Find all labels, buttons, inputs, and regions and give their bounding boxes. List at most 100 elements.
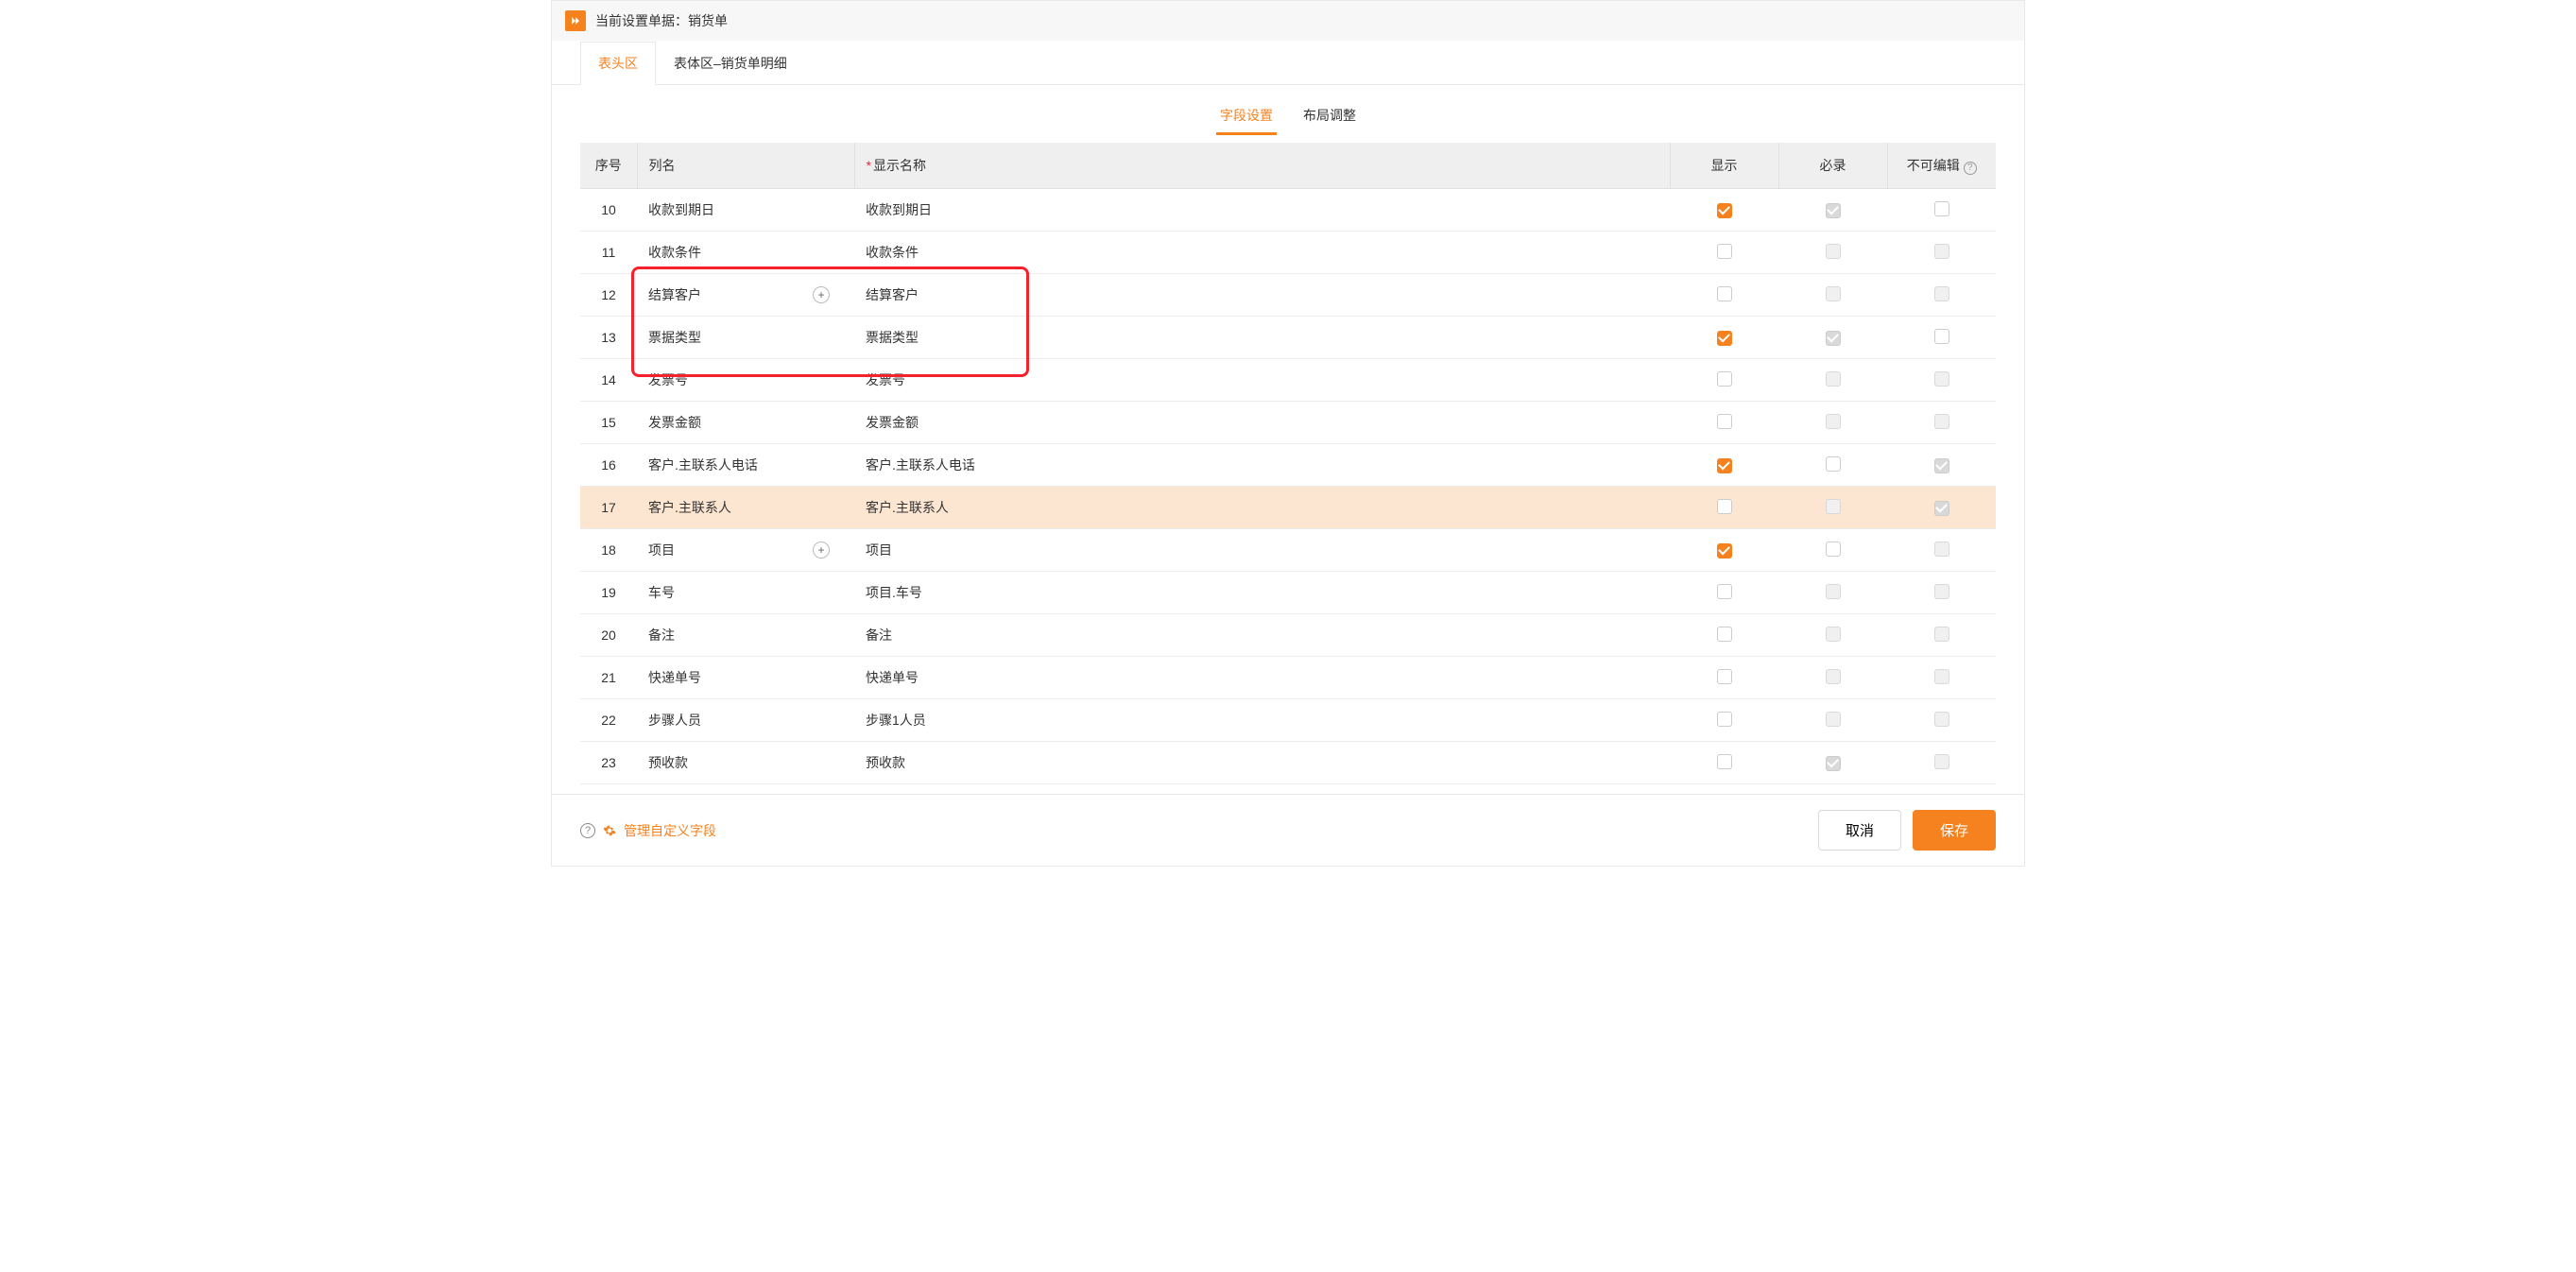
col-header-required: 必录 xyxy=(1778,143,1887,189)
cell-display-name[interactable]: 快递单号 xyxy=(854,657,1670,699)
cell-display-name[interactable]: 客户.主联系人电话 xyxy=(854,444,1670,487)
checkbox-required xyxy=(1826,286,1841,301)
checkbox-readonly xyxy=(1934,712,1949,727)
cell-readonly xyxy=(1887,529,1996,572)
cell-display-name[interactable]: 收款条件 xyxy=(854,232,1670,274)
cell-display-name[interactable]: 收款到期日 xyxy=(854,189,1670,232)
cell-required xyxy=(1778,359,1887,402)
main-tab-1[interactable]: 表体区–销货单明细 xyxy=(656,42,805,85)
table-row: 18项目+项目 xyxy=(580,529,1996,572)
checkbox-readonly xyxy=(1934,669,1949,684)
cell-required xyxy=(1778,487,1887,529)
checkbox-show[interactable] xyxy=(1717,371,1732,387)
cell-seq: 13 xyxy=(580,317,637,359)
cell-show xyxy=(1670,189,1778,232)
add-sub-field-button[interactable]: + xyxy=(813,286,830,303)
checkbox-required xyxy=(1826,414,1841,429)
checkbox-show[interactable] xyxy=(1717,286,1732,301)
cell-display-name[interactable]: 备注 xyxy=(854,614,1670,657)
checkbox-show[interactable] xyxy=(1717,203,1732,218)
cell-name: 结算客户 + xyxy=(637,274,854,317)
checkbox-required[interactable] xyxy=(1826,541,1841,557)
manage-custom-fields-link[interactable]: ? 管理自定义字段 xyxy=(580,821,716,840)
cell-display-name[interactable]: 发票金额 xyxy=(854,402,1670,444)
field-name-label: 发票金额 xyxy=(648,413,701,432)
main-tabs: 表头区表体区–销货单明细 xyxy=(552,41,2024,85)
cell-show xyxy=(1670,614,1778,657)
checkbox-show[interactable] xyxy=(1717,499,1732,514)
help-icon[interactable]: ? xyxy=(1964,162,1977,175)
cell-display-name[interactable]: 项目.车号 xyxy=(854,572,1670,614)
add-sub-field-button[interactable]: + xyxy=(813,541,830,559)
cell-name: 车号 xyxy=(637,572,854,614)
cell-display-name[interactable]: 结算客户 xyxy=(854,274,1670,317)
cell-display-name[interactable]: 预收款 xyxy=(854,742,1670,784)
cell-seq: 16 xyxy=(580,444,637,487)
checkbox-show[interactable] xyxy=(1717,627,1732,642)
cell-display-name[interactable]: 发票号 xyxy=(854,359,1670,402)
cell-name: 票据类型 xyxy=(637,317,854,359)
checkbox-readonly[interactable] xyxy=(1934,329,1949,344)
checkbox-required xyxy=(1826,499,1841,514)
cell-show xyxy=(1670,232,1778,274)
cell-show xyxy=(1670,657,1778,699)
expand-button[interactable] xyxy=(565,10,586,31)
cell-readonly xyxy=(1887,232,1996,274)
main-tab-0[interactable]: 表头区 xyxy=(580,42,656,85)
checkbox-show[interactable] xyxy=(1717,584,1732,599)
field-name-label: 客户.主联系人 xyxy=(648,498,731,517)
checkbox-required xyxy=(1826,371,1841,387)
checkbox-readonly xyxy=(1934,501,1949,516)
checkbox-show[interactable] xyxy=(1717,331,1732,346)
field-name-label: 车号 xyxy=(648,583,675,602)
table-row: 23预收款预收款 xyxy=(580,742,1996,784)
cell-seq: 18 xyxy=(580,529,637,572)
sub-tab-0[interactable]: 字段设置 xyxy=(1216,98,1277,135)
checkbox-show[interactable] xyxy=(1717,244,1732,259)
checkbox-readonly xyxy=(1934,458,1949,473)
cell-name: 收款到期日 xyxy=(637,189,854,232)
col-header-name: 列名 xyxy=(637,143,854,189)
cell-name: 客户.主联系人 xyxy=(637,487,854,529)
save-button[interactable]: 保存 xyxy=(1913,810,1996,851)
cell-show xyxy=(1670,742,1778,784)
checkbox-required xyxy=(1826,627,1841,642)
cell-required xyxy=(1778,614,1887,657)
cell-name: 收款条件 xyxy=(637,232,854,274)
table-row: 16客户.主联系人电话客户.主联系人电话 xyxy=(580,444,1996,487)
checkbox-required xyxy=(1826,584,1841,599)
cell-show xyxy=(1670,317,1778,359)
col-header-readonly: 不可编辑? xyxy=(1887,143,1996,189)
cell-show xyxy=(1670,274,1778,317)
checkbox-show[interactable] xyxy=(1717,754,1732,769)
checkbox-show[interactable] xyxy=(1717,712,1732,727)
cell-name: 备注 xyxy=(637,614,854,657)
cell-show xyxy=(1670,359,1778,402)
cell-show xyxy=(1670,444,1778,487)
cell-required xyxy=(1778,742,1887,784)
checkbox-readonly[interactable] xyxy=(1934,201,1949,216)
checkbox-show[interactable] xyxy=(1717,414,1732,429)
sub-tab-1[interactable]: 布局调整 xyxy=(1299,98,1360,135)
checkbox-show[interactable] xyxy=(1717,458,1732,473)
cell-seq: 23 xyxy=(580,742,637,784)
footer-buttons: 取消 保存 xyxy=(1818,810,1996,851)
field-name-label: 结算客户 xyxy=(648,285,701,304)
cell-display-name[interactable]: 票据类型 xyxy=(854,317,1670,359)
cell-display-name[interactable]: 步骤1人员 xyxy=(854,699,1670,742)
cell-show xyxy=(1670,487,1778,529)
checkbox-required[interactable] xyxy=(1826,456,1841,472)
table-body: 10收款到期日收款到期日11收款条件收款条件12结算客户+结算客户13票据类型票… xyxy=(580,189,1996,784)
cell-seq: 20 xyxy=(580,614,637,657)
cell-display-name[interactable]: 项目 xyxy=(854,529,1670,572)
checkbox-show[interactable] xyxy=(1717,543,1732,559)
cell-name: 发票号 xyxy=(637,359,854,402)
cancel-button[interactable]: 取消 xyxy=(1818,810,1901,851)
checkbox-show[interactable] xyxy=(1717,669,1732,684)
cell-required xyxy=(1778,402,1887,444)
cell-required xyxy=(1778,232,1887,274)
cell-display-name[interactable]: 客户.主联系人 xyxy=(854,487,1670,529)
field-table: 序号 列名 *显示名称 显示 必录 不可编辑? 10收款到期日收款到期日11收款… xyxy=(580,143,1996,784)
cell-required xyxy=(1778,699,1887,742)
table-wrap: 序号 列名 *显示名称 显示 必录 不可编辑? 10收款到期日收款到期日11收款… xyxy=(552,135,2024,784)
